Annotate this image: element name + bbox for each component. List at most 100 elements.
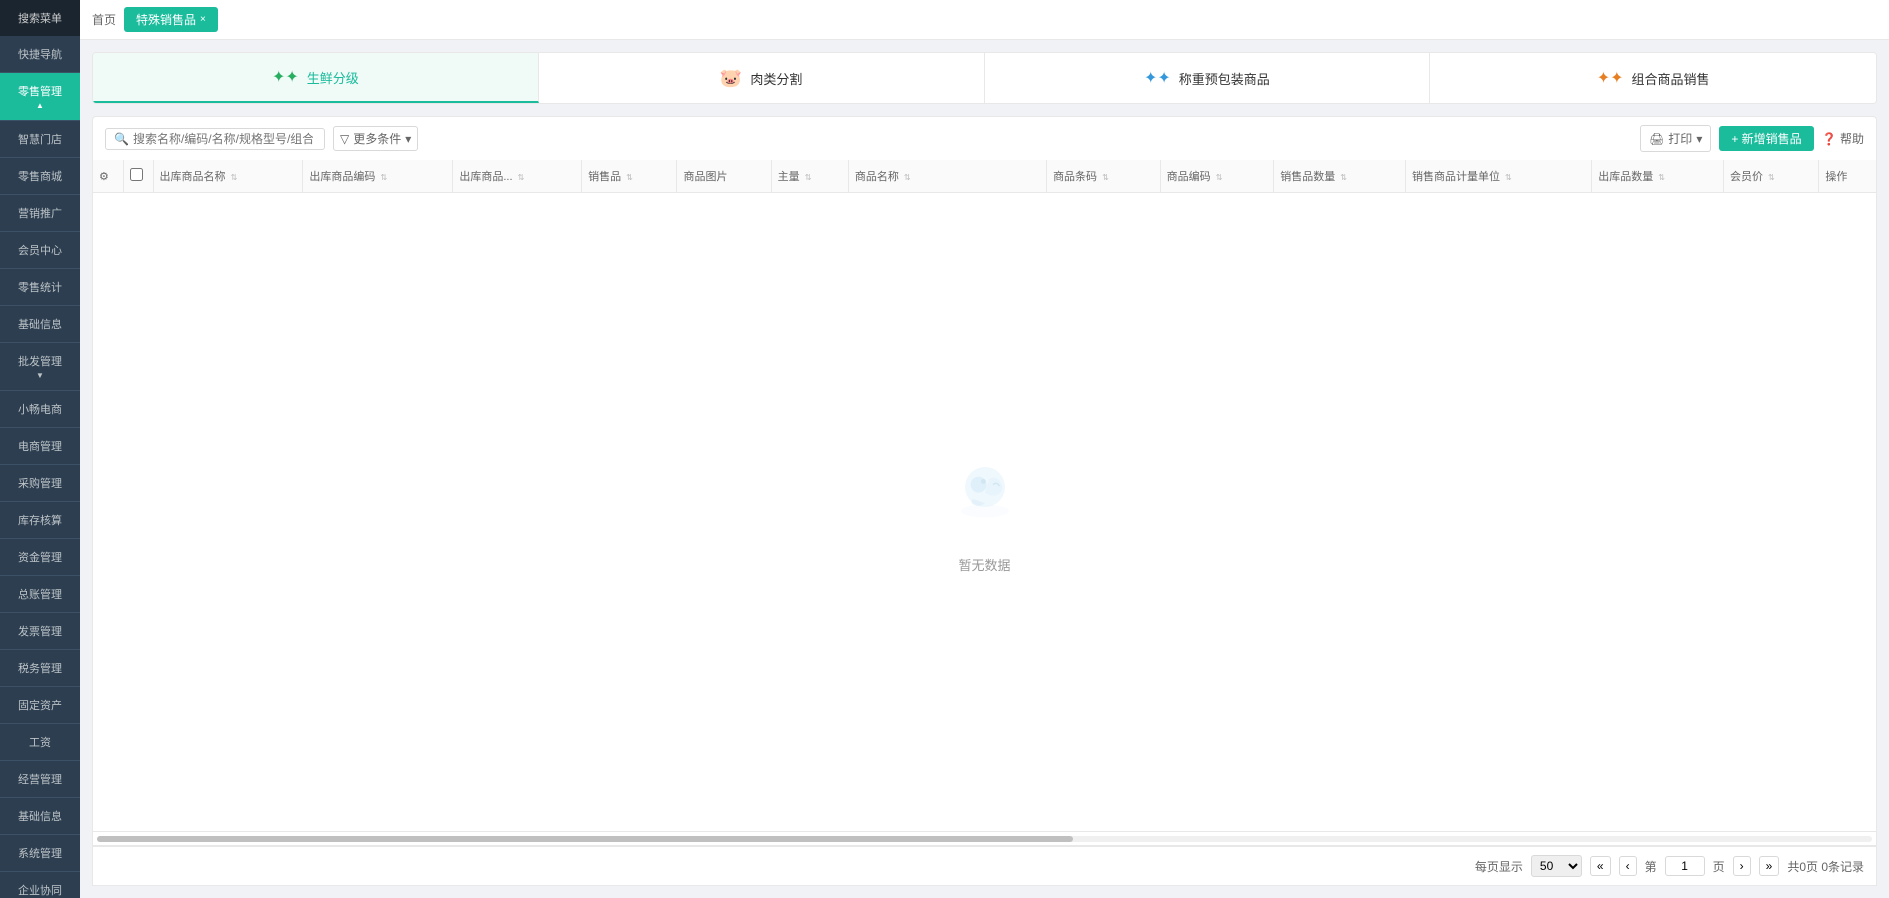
table-header-row: ⚙ 出库商品名称 ⇅ 出库商品编码 ⇅: [93, 160, 1876, 193]
topbar-home-link[interactable]: 首页: [92, 11, 116, 28]
toolbar: 🔍 ▽ 更多条件 ▾ 🖨 打印 ▾ + 新增销售品: [92, 116, 1877, 160]
col-out-goods-name[interactable]: 出库商品名称 ⇅: [153, 160, 303, 193]
category-tab-combo-goods[interactable]: ✦✦ 组合商品销售: [1430, 53, 1876, 103]
help-label: 帮助: [1840, 132, 1864, 146]
col-sales-goods[interactable]: 销售品 ⇅: [582, 160, 677, 193]
sidebar-item-batch-mgmt[interactable]: 批发管理 ▼: [0, 343, 80, 391]
col-sales-unit[interactable]: 销售商品计量单位 ⇅: [1405, 160, 1591, 193]
sidebar-item-quick-nav[interactable]: 快捷导航: [0, 36, 80, 73]
sidebar-item-member-center[interactable]: 会员中心: [0, 232, 80, 269]
category-tab-weight-package[interactable]: ✦✦ 称重预包装商品: [985, 53, 1431, 103]
sidebar-item-ops-mgmt[interactable]: 经营管理: [0, 761, 80, 798]
expand-arrow-icon2: ▼: [36, 371, 44, 380]
search-input[interactable]: [133, 132, 313, 146]
data-table: ⚙ 出库商品名称 ⇅ 出库商品编码 ⇅: [93, 160, 1876, 193]
next-page-button[interactable]: ›: [1733, 856, 1751, 876]
col-out-qty[interactable]: 出库品数量 ⇅: [1592, 160, 1724, 193]
table-wrapper: ⚙ 出库商品名称 ⇅ 出库商品编码 ⇅: [92, 160, 1877, 832]
col-goods-barcode[interactable]: 商品条码 ⇅: [1047, 160, 1161, 193]
search-icon: 🔍: [114, 132, 129, 146]
sidebar-item-ecom-mgmt[interactable]: 电商管理: [0, 428, 80, 465]
col-main-weight[interactable]: 主量 ⇅: [771, 160, 848, 193]
sidebar-item-basic-info[interactable]: 基础信息: [0, 306, 80, 343]
col-sales-qty[interactable]: 销售品数量 ⇅: [1274, 160, 1406, 193]
col-out-goods-code[interactable]: 出库商品编码 ⇅: [303, 160, 453, 193]
sidebar-item-sales-promo[interactable]: 营销推广: [0, 195, 80, 232]
search-box[interactable]: 🔍: [105, 128, 325, 150]
sidebar-item-purchase-mgmt[interactable]: 采购管理: [0, 465, 80, 502]
sort-icon4: ⇅: [626, 173, 633, 182]
new-sales-goods-button[interactable]: + 新增销售品: [1719, 126, 1813, 151]
weight-package-label: 称重预包装商品: [1179, 69, 1270, 88]
last-page-button[interactable]: »: [1759, 856, 1780, 876]
sidebar-item-retail-stats[interactable]: 零售统计: [0, 269, 80, 306]
topbar-tab-close-icon[interactable]: ×: [200, 14, 206, 25]
filter-icon: ▽: [340, 132, 349, 146]
sort-icon3: ⇅: [518, 173, 525, 182]
category-tabs: ✦✦ 生鲜分级 🐷 肉类分割 ✦✦ 称重预包装商品 ✦✦ 组合商品销售: [92, 52, 1877, 104]
page-number-input[interactable]: [1665, 856, 1705, 876]
sidebar-item-basic-info2[interactable]: 基础信息: [0, 798, 80, 835]
sort-icon8: ⇅: [1216, 173, 1223, 182]
topbar-tab-label: 特殊销售品: [136, 11, 196, 28]
filter-button[interactable]: ▽ 更多条件 ▾: [333, 126, 418, 151]
per-page-select[interactable]: 50 10 20 100: [1531, 855, 1582, 877]
page-prefix-label: 第: [1645, 858, 1657, 875]
sidebar-item-enterprise[interactable]: 企业协同: [0, 872, 80, 898]
main-area: 首页 特殊销售品 × ✦✦ 生鲜分级 🐷 肉类分割 ✦✦ 称重预包装商品 ✦✦ …: [80, 0, 1889, 898]
select-all-checkbox[interactable]: [130, 168, 143, 181]
sort-icon12: ⇅: [1768, 173, 1775, 182]
col-settings-icon: ⚙: [99, 171, 109, 183]
sort-icon: ⇅: [231, 173, 238, 182]
pagination: 每页显示 50 10 20 100 « ‹ 第 页 › » 共0页 0条记录: [92, 846, 1877, 886]
horizontal-scrollbar[interactable]: [92, 832, 1877, 846]
category-tab-meat-cut[interactable]: 🐷 肉类分割: [539, 53, 985, 103]
print-icon: 🖨: [1649, 132, 1664, 146]
sidebar-item-capital-mgmt[interactable]: 资金管理: [0, 539, 80, 576]
filter-label: 更多条件: [353, 130, 401, 147]
page-suffix-label: 页: [1713, 858, 1725, 875]
sort-icon9: ⇅: [1340, 173, 1347, 182]
col-settings[interactable]: ⚙: [93, 160, 123, 193]
combo-goods-icon: ✦✦: [1597, 68, 1624, 88]
sort-icon11: ⇅: [1658, 173, 1665, 182]
weight-package-icon: ✦✦: [1144, 68, 1171, 88]
col-out-goods-detail[interactable]: 出库商品... ⇅: [453, 160, 582, 193]
col-goods-name[interactable]: 商品名称 ⇅: [848, 160, 1046, 193]
scrollbar-thumb[interactable]: [97, 836, 1073, 842]
sidebar-item-mini-ecom[interactable]: 小畅电商: [0, 391, 80, 428]
col-goods-code[interactable]: 商品编码 ⇅: [1160, 160, 1274, 193]
scrollbar-track: [97, 836, 1872, 842]
sort-icon7: ⇅: [1102, 173, 1109, 182]
sidebar-item-inventory[interactable]: 库存核算: [0, 502, 80, 539]
sidebar-item-general-ledger[interactable]: 总账管理: [0, 576, 80, 613]
sort-icon2: ⇅: [380, 173, 387, 182]
sort-icon10: ⇅: [1505, 173, 1512, 182]
topbar-active-tab[interactable]: 特殊销售品 ×: [124, 7, 218, 32]
sidebar-item-invoice-mgmt[interactable]: 发票管理: [0, 613, 80, 650]
empty-icon: [945, 451, 1025, 545]
print-button[interactable]: 🖨 打印 ▾: [1640, 125, 1711, 152]
empty-text: 暂无数据: [958, 555, 1010, 574]
first-page-button[interactable]: «: [1590, 856, 1611, 876]
col-checkbox[interactable]: [123, 160, 153, 193]
meat-cut-icon: 🐷: [720, 68, 742, 89]
col-action: 操作: [1819, 160, 1876, 193]
sidebar-item-hr[interactable]: 工资: [0, 724, 80, 761]
sidebar-item-retail-mall[interactable]: 零售商城: [0, 158, 80, 195]
col-goods-image[interactable]: 商品图片: [677, 160, 771, 193]
sidebar-item-tax-mgmt[interactable]: 税务管理: [0, 650, 80, 687]
sidebar-item-fixed-assets[interactable]: 固定资产: [0, 687, 80, 724]
category-tab-fresh-grade[interactable]: ✦✦ 生鲜分级: [93, 53, 539, 103]
prev-page-button[interactable]: ‹: [1619, 856, 1637, 876]
combo-goods-label: 组合商品销售: [1632, 69, 1710, 88]
empty-illustration: [945, 451, 1025, 531]
meat-cut-label: 肉类分割: [750, 69, 802, 88]
sidebar-item-retail-mgmt[interactable]: 零售管理 ▲: [0, 73, 80, 121]
fresh-grade-label: 生鲜分级: [307, 68, 359, 87]
sidebar-item-smart-store[interactable]: 智慧门店: [0, 121, 80, 158]
help-button[interactable]: ❓ 帮助: [1822, 130, 1864, 147]
sidebar-item-sys-mgmt[interactable]: 系统管理: [0, 835, 80, 872]
col-member-price[interactable]: 会员价 ⇅: [1723, 160, 1818, 193]
sidebar-logo[interactable]: 搜索菜单: [0, 0, 80, 36]
